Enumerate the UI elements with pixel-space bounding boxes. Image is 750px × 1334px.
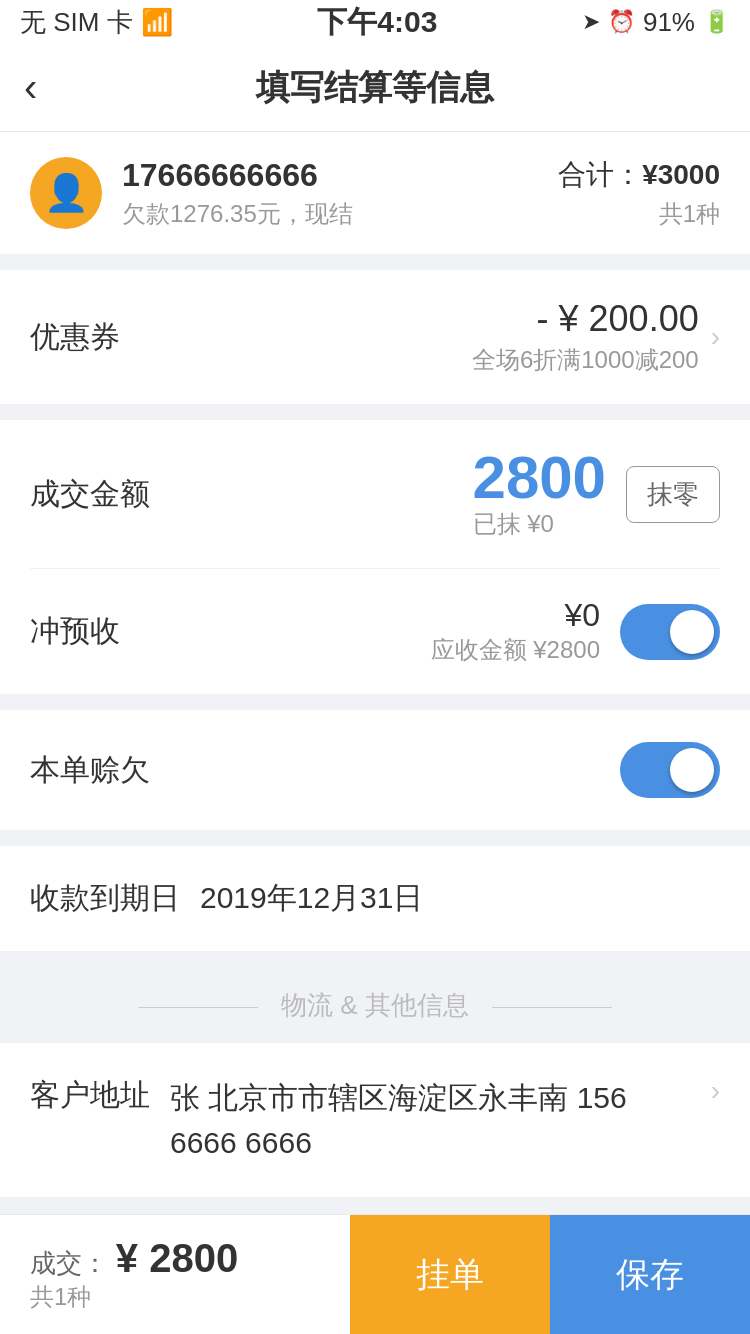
bottom-count: 共1种 xyxy=(30,1281,320,1313)
hold-button[interactable]: 挂单 xyxy=(350,1215,550,1334)
debt-label: 本单赊欠 xyxy=(30,750,150,791)
prepaid-sub: 应收金额 ¥2800 xyxy=(431,634,600,666)
total-count: 共1种 xyxy=(558,198,720,230)
bottom-deal-prefix: 成交： xyxy=(30,1248,108,1278)
coupon-desc: 全场6折满1000减200 xyxy=(472,344,699,376)
separator-text: 物流 & 其他信息 xyxy=(281,990,469,1020)
prepaid-row: 冲预收 ¥0 应收金额 ¥2800 xyxy=(0,569,750,694)
deal-amount-right: 2800 已抹 ¥0 抹零 xyxy=(473,448,720,540)
prepaid-label: 冲预收 xyxy=(30,611,120,652)
battery-icon: 🔋 xyxy=(703,9,730,35)
coupon-right: - ¥ 200.00 全场6折满1000减200 › xyxy=(472,298,720,376)
address-chevron-icon[interactable]: › xyxy=(711,1075,720,1107)
deal-amount-value-wrap: 2800 已抹 ¥0 xyxy=(473,448,606,540)
battery-label: 91% xyxy=(643,7,695,38)
address-label: 客户地址 xyxy=(30,1075,150,1116)
date-section: 收款到期日 2019年12月31日 xyxy=(0,846,750,952)
customer-phone: 17666666666 xyxy=(122,157,353,194)
coupon-info: - ¥ 200.00 全场6折满1000减200 xyxy=(472,298,699,376)
bottom-amount: ¥ 2800 xyxy=(116,1236,238,1280)
prepaid-value: ¥0 xyxy=(431,597,600,634)
date-value: 2019年12月31日 xyxy=(200,878,423,919)
customer-section: 👤 17666666666 欠款1276.35元，现结 合计：¥3000 共1种 xyxy=(0,132,750,254)
alarm-icon: ⏰ xyxy=(608,9,635,35)
deal-amount-label: 成交金额 xyxy=(30,474,150,515)
debt-row: 本单赊欠 xyxy=(0,710,750,830)
debt-section: 本单赊欠 xyxy=(0,710,750,830)
date-label: 收款到期日 xyxy=(30,878,180,919)
debt-toggle[interactable] xyxy=(620,742,720,798)
coupon-discount: - ¥ 200.00 xyxy=(472,298,699,340)
prepaid-value-wrap: ¥0 应收金额 ¥2800 xyxy=(431,597,600,666)
bottom-deal-row: 成交： ¥ 2800 xyxy=(30,1236,320,1281)
section-separator: 物流 & 其他信息 xyxy=(0,968,750,1043)
prepaid-toggle[interactable] xyxy=(620,604,720,660)
amount-section: 成交金额 2800 已抹 ¥0 抹零 冲预收 ¥0 应收金额 ¥2800 xyxy=(0,420,750,694)
customer-info: 17666666666 欠款1276.35元，现结 xyxy=(122,157,353,230)
back-button[interactable]: ‹ xyxy=(24,65,37,110)
address-section: 客户地址 张 北京市市辖区海淀区永丰南 156 6666 6666 › xyxy=(0,1043,750,1197)
wifi-icon: 📶 xyxy=(141,7,173,38)
customer-left: 👤 17666666666 欠款1276.35元，现结 xyxy=(30,157,353,230)
deal-amount-sub: 已抹 ¥0 xyxy=(473,508,606,540)
deal-amount-value: 2800 xyxy=(473,448,606,508)
nav-bar: ‹ 填写结算等信息 xyxy=(0,44,750,132)
save-button[interactable]: 保存 xyxy=(550,1215,750,1334)
coupon-section: 优惠券 - ¥ 200.00 全场6折满1000减200 › xyxy=(0,270,750,404)
address-value: 张 北京市市辖区海淀区永丰南 156 6666 6666 xyxy=(170,1075,691,1165)
carrier-label: 无 SIM 卡 xyxy=(20,5,133,40)
total-label: 合计： xyxy=(558,159,642,190)
prepaid-right: ¥0 应收金额 ¥2800 xyxy=(431,597,720,666)
status-right: ➤ ⏰ 91% 🔋 xyxy=(582,7,730,38)
deal-amount-row: 成交金额 2800 已抹 ¥0 抹零 xyxy=(0,420,750,568)
ruboff-button[interactable]: 抹零 xyxy=(626,466,720,523)
total-row: 合计：¥3000 xyxy=(558,156,720,194)
customer-debt: 欠款1276.35元，现结 xyxy=(122,198,353,230)
location-icon: ➤ xyxy=(582,9,600,35)
page-title: 填写结算等信息 xyxy=(256,65,494,111)
bottom-info: 成交： ¥ 2800 共1种 xyxy=(0,1215,350,1334)
avatar: 👤 xyxy=(30,157,102,229)
status-time: 下午4:03 xyxy=(317,2,437,43)
total-amount: ¥3000 xyxy=(642,159,720,190)
customer-total: 合计：¥3000 共1种 xyxy=(558,156,720,230)
status-bar: 无 SIM 卡 📶 下午4:03 ➤ ⏰ 91% 🔋 xyxy=(0,0,750,44)
bottom-bar: 成交： ¥ 2800 共1种 挂单 保存 xyxy=(0,1214,750,1334)
coupon-label: 优惠券 xyxy=(30,317,120,358)
status-left: 无 SIM 卡 📶 xyxy=(20,5,173,40)
date-row: 收款到期日 2019年12月31日 xyxy=(0,846,750,952)
coupon-chevron-icon[interactable]: › xyxy=(711,321,720,353)
address-row[interactable]: 客户地址 张 北京市市辖区海淀区永丰南 156 6666 6666 › xyxy=(0,1043,750,1197)
